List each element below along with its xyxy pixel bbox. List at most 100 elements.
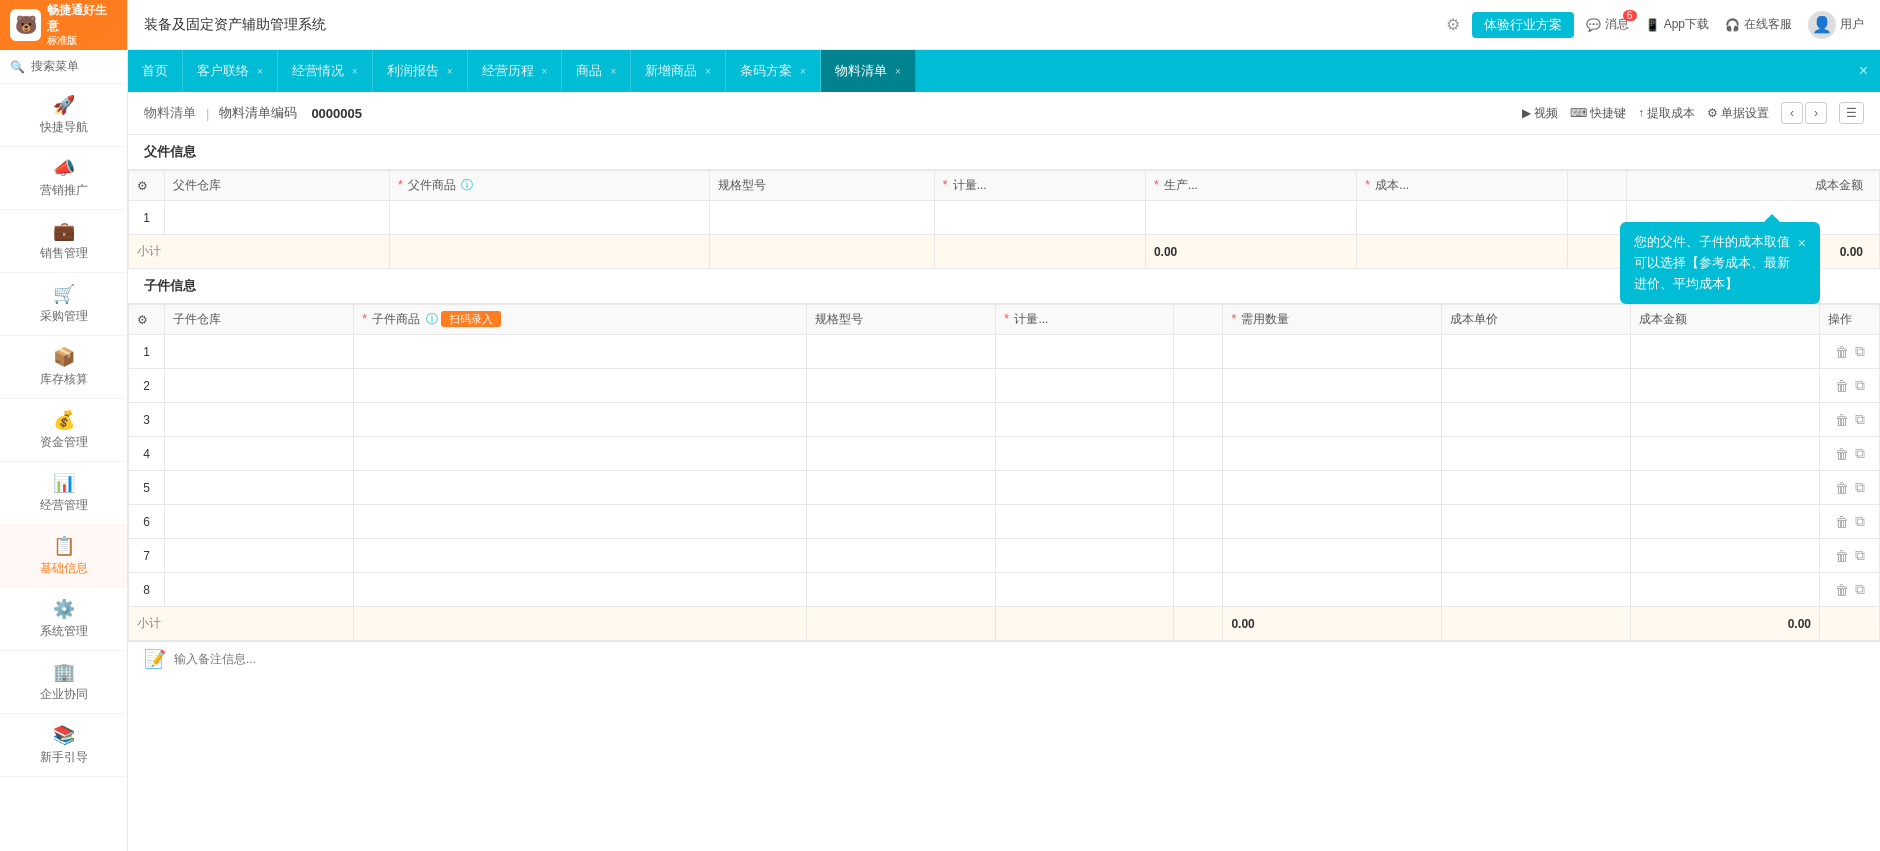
- sidebar-item-operation[interactable]: 📊 经营管理: [0, 462, 127, 525]
- sidebar-item-finance[interactable]: 💰 资金管理: [0, 399, 127, 462]
- delete-row-button[interactable]: 🗑: [1835, 412, 1849, 428]
- message-action[interactable]: 💬 消息 6: [1586, 16, 1629, 33]
- child-spec-cell[interactable]: [807, 505, 996, 539]
- child-warehouse-cell[interactable]: [165, 403, 354, 437]
- copy-row-button[interactable]: ⧉: [1855, 547, 1865, 564]
- tab-history[interactable]: 经营历程 ×: [468, 50, 563, 92]
- delete-row-button[interactable]: 🗑: [1835, 344, 1849, 360]
- tab-new-products[interactable]: 新增商品 ×: [631, 50, 726, 92]
- child-warehouse-cell[interactable]: [165, 335, 354, 369]
- sidebar-item-system[interactable]: ⚙️ 系统管理: [0, 588, 127, 651]
- child-product-cell[interactable]: [354, 471, 807, 505]
- copy-row-button[interactable]: ⧉: [1855, 445, 1865, 462]
- delete-row-button[interactable]: 🗑: [1835, 514, 1849, 530]
- tab-barcode[interactable]: 条码方案 ×: [726, 50, 821, 92]
- child-unit-cell[interactable]: [996, 403, 1174, 437]
- child-unit-cost-cell[interactable]: [1441, 369, 1630, 403]
- copy-row-button[interactable]: ⧉: [1855, 479, 1865, 496]
- tabs-close-all[interactable]: ×: [1847, 62, 1880, 80]
- tab-profit-close[interactable]: ×: [447, 66, 453, 77]
- sidebar-item-basic-info[interactable]: 📋 基础信息: [0, 525, 127, 588]
- parent-unit-cell[interactable]: [934, 201, 1145, 235]
- child-spec-cell[interactable]: [807, 403, 996, 437]
- tab-profit[interactable]: 利润报告 ×: [373, 50, 468, 92]
- tab-history-close[interactable]: ×: [542, 66, 548, 77]
- child-qty-cell[interactable]: [1223, 403, 1441, 437]
- child-product-cell[interactable]: [354, 573, 807, 607]
- parent-production-cell[interactable]: [1145, 201, 1356, 235]
- delete-row-button[interactable]: 🗑: [1835, 582, 1849, 598]
- tab-operations[interactable]: 经营情况 ×: [278, 50, 373, 92]
- child-qty-cell[interactable]: [1223, 471, 1441, 505]
- note-input[interactable]: [174, 652, 1864, 666]
- breadcrumb-base[interactable]: 物料清单: [144, 104, 196, 122]
- child-spec-cell[interactable]: [807, 369, 996, 403]
- copy-row-button[interactable]: ⧉: [1855, 411, 1865, 428]
- child-unit-cell[interactable]: [996, 437, 1174, 471]
- shortcut-action[interactable]: ⌨ 快捷键: [1570, 105, 1626, 122]
- tab-products-close[interactable]: ×: [610, 66, 616, 77]
- child-product-cell[interactable]: [354, 335, 807, 369]
- tab-products[interactable]: 商品 ×: [562, 50, 631, 92]
- sidebar-item-enterprise[interactable]: 🏢 企业协同: [0, 651, 127, 714]
- delete-row-button[interactable]: 🗑: [1835, 548, 1849, 564]
- child-unit-cell[interactable]: [996, 335, 1174, 369]
- child-unit-cost-cell[interactable]: [1441, 539, 1630, 573]
- next-record-button[interactable]: ›: [1805, 102, 1827, 124]
- child-qty-cell[interactable]: [1223, 335, 1441, 369]
- child-unit-cell[interactable]: [996, 505, 1174, 539]
- child-qty-cell[interactable]: [1223, 539, 1441, 573]
- tab-operations-close[interactable]: ×: [352, 66, 358, 77]
- scan-input-button[interactable]: 扫码录入: [441, 311, 501, 327]
- copy-row-button[interactable]: ⧉: [1855, 377, 1865, 394]
- tab-home[interactable]: 首页: [128, 50, 183, 92]
- child-spec-cell[interactable]: [807, 335, 996, 369]
- tab-customers-close[interactable]: ×: [257, 66, 263, 77]
- sidebar-item-sales[interactable]: 💼 销售管理: [0, 210, 127, 273]
- child-unit-cost-cell[interactable]: [1441, 403, 1630, 437]
- child-unit-cell[interactable]: [996, 471, 1174, 505]
- sidebar-item-marketing[interactable]: 📣 营销推广: [0, 147, 127, 210]
- search-menu[interactable]: 🔍 搜索菜单: [0, 50, 127, 84]
- child-product-cell[interactable]: [354, 369, 807, 403]
- child-warehouse-cell[interactable]: [165, 369, 354, 403]
- tab-barcode-close[interactable]: ×: [800, 66, 806, 77]
- child-unit-cost-cell[interactable]: [1441, 505, 1630, 539]
- delete-row-button[interactable]: 🗑: [1835, 446, 1849, 462]
- child-qty-cell[interactable]: [1223, 573, 1441, 607]
- tab-customers[interactable]: 客户联络 ×: [183, 50, 278, 92]
- child-warehouse-cell[interactable]: [165, 437, 354, 471]
- child-warehouse-cell[interactable]: [165, 505, 354, 539]
- child-unit-cost-cell[interactable]: [1441, 437, 1630, 471]
- tab-new-products-close[interactable]: ×: [705, 66, 711, 77]
- copy-row-button[interactable]: ⧉: [1855, 343, 1865, 360]
- copy-row-button[interactable]: ⧉: [1855, 513, 1865, 530]
- child-unit-cost-cell[interactable]: [1441, 573, 1630, 607]
- sidebar-item-guide[interactable]: 📚 新手引导: [0, 714, 127, 777]
- parent-spec-cell[interactable]: [709, 201, 934, 235]
- child-spec-cell[interactable]: [807, 539, 996, 573]
- child-warehouse-cell[interactable]: [165, 471, 354, 505]
- menu-button[interactable]: ☰: [1839, 102, 1864, 124]
- child-warehouse-cell[interactable]: [165, 539, 354, 573]
- parent-warehouse-cell[interactable]: [165, 201, 390, 235]
- child-th-gear[interactable]: ⚙: [129, 305, 165, 335]
- single-setup-action[interactable]: ⚙ 单据设置: [1707, 105, 1769, 122]
- child-unit-cost-cell[interactable]: [1441, 471, 1630, 505]
- settings-gear-icon[interactable]: ⚙: [1446, 15, 1460, 34]
- child-product-cell[interactable]: [354, 403, 807, 437]
- child-unit-cost-cell[interactable]: [1441, 335, 1630, 369]
- tab-bom[interactable]: 物料清单 ×: [821, 50, 916, 92]
- child-qty-cell[interactable]: [1223, 505, 1441, 539]
- parent-cost-cell[interactable]: [1357, 201, 1568, 235]
- child-warehouse-cell[interactable]: [165, 573, 354, 607]
- copy-row-button[interactable]: ⧉: [1855, 581, 1865, 598]
- child-qty-cell[interactable]: [1223, 437, 1441, 471]
- parent-product-cell[interactable]: [389, 201, 709, 235]
- tab-bom-close[interactable]: ×: [895, 66, 901, 77]
- sidebar-item-purchase[interactable]: 🛒 采购管理: [0, 273, 127, 336]
- child-product-cell[interactable]: [354, 505, 807, 539]
- child-qty-cell[interactable]: [1223, 369, 1441, 403]
- sidebar-item-inventory[interactable]: 📦 库存核算: [0, 336, 127, 399]
- child-product-cell[interactable]: [354, 539, 807, 573]
